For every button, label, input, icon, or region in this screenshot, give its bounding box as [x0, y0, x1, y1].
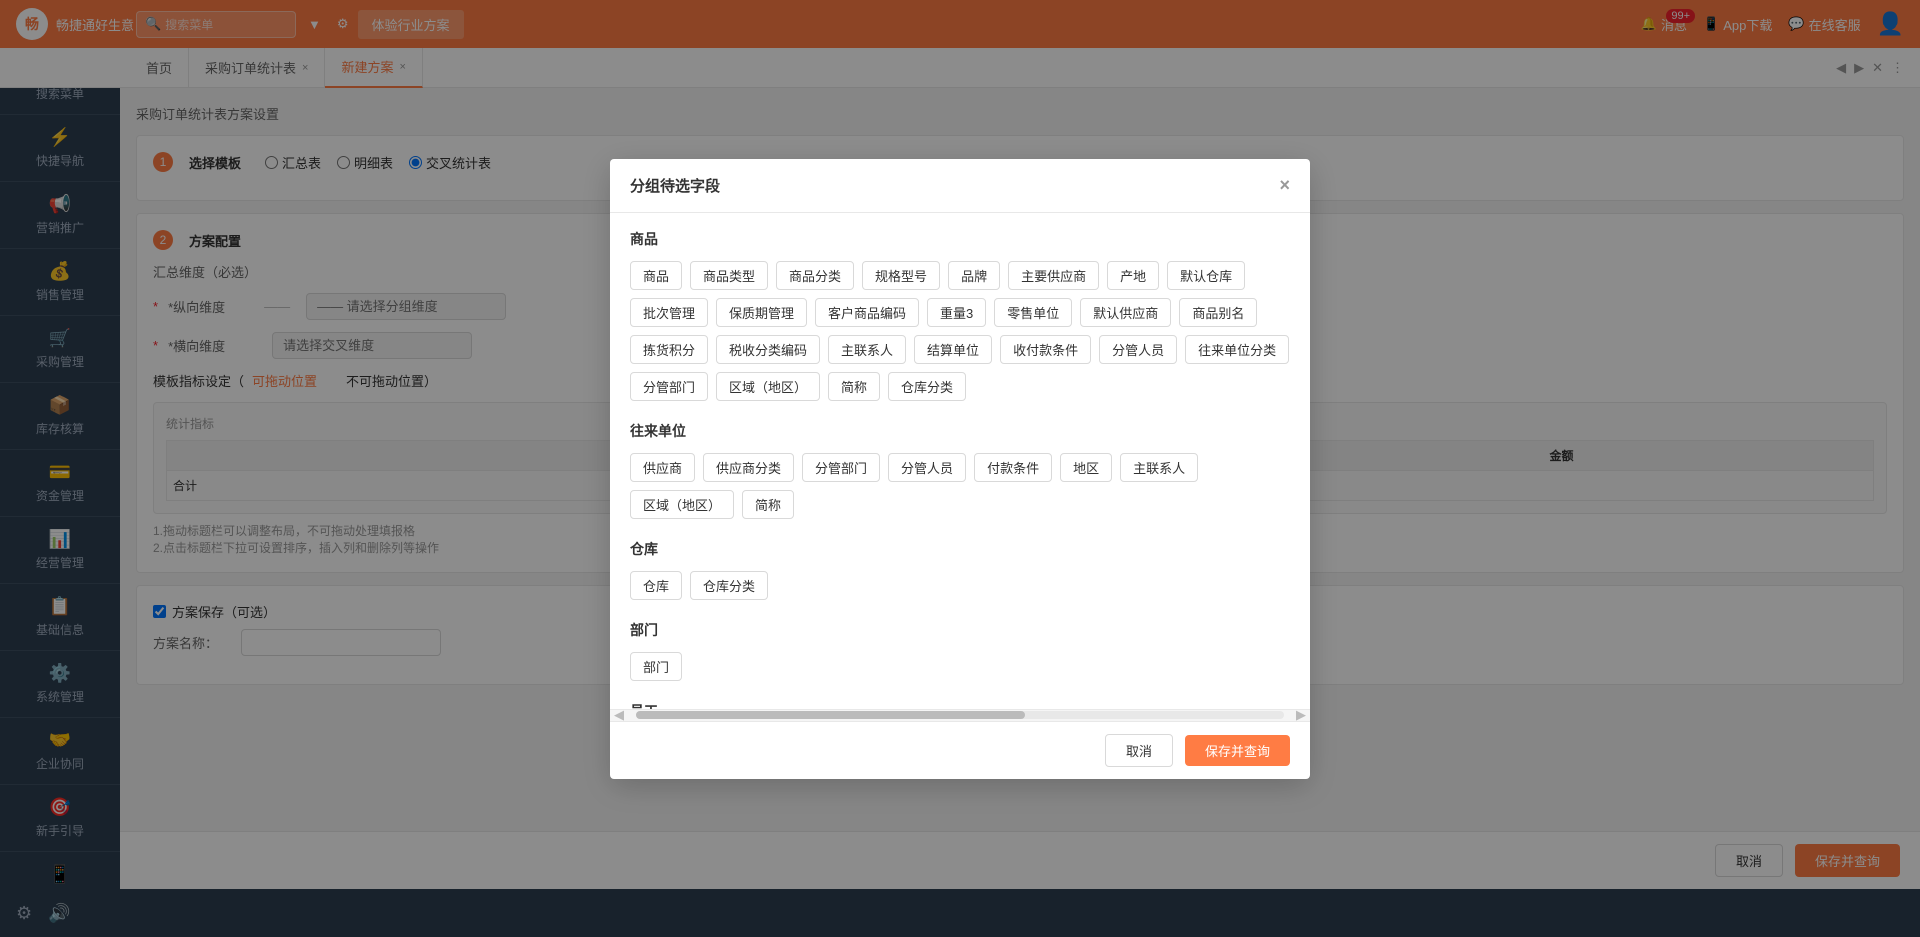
- field-tag-retail-unit[interactable]: 零售单位: [994, 298, 1072, 327]
- field-group-product: 商品 商品 商品类型 商品分类 规格型号 品牌 主要供应商 产地 默认仓库 批次…: [630, 229, 1290, 401]
- field-tag-pay-terms[interactable]: 付款条件: [974, 453, 1052, 482]
- field-tag-short-name[interactable]: 简称: [828, 372, 880, 401]
- field-group-staff-title: 员工: [630, 701, 1290, 709]
- dept-field-tags: 部门: [630, 652, 1290, 681]
- modal-header: 分组待选字段 ×: [610, 159, 1310, 213]
- modal-title: 分组待选字段: [630, 175, 720, 196]
- field-tag-default-supplier[interactable]: 默认供应商: [1080, 298, 1171, 327]
- field-group-product-title: 商品: [630, 229, 1290, 249]
- warehouse-field-tags: 仓库 仓库分类: [630, 571, 1290, 600]
- field-group-dept-title: 部门: [630, 620, 1290, 640]
- field-tag-supplier[interactable]: 供应商: [630, 453, 695, 482]
- field-tag-spec-type[interactable]: 规格型号: [862, 261, 940, 290]
- hscroll-thumb[interactable]: [636, 711, 1025, 719]
- field-group-warehouse: 仓库 仓库 仓库分类: [630, 539, 1290, 600]
- field-tag-warehouse-cat[interactable]: 仓库分类: [690, 571, 768, 600]
- field-tag-origin[interactable]: 产地: [1107, 261, 1159, 290]
- field-tag-short-name2[interactable]: 简称: [742, 490, 794, 519]
- field-tag-region2[interactable]: 地区: [1060, 453, 1112, 482]
- field-group-counterparty-title: 往来单位: [630, 421, 1290, 441]
- field-tag-mgmt-dept2[interactable]: 分管部门: [802, 453, 880, 482]
- modal-overlay: 分组待选字段 × 商品 商品 商品类型 商品分类 规格型号 品牌 主要供应商 产…: [0, 0, 1920, 937]
- field-tag-main-contact2[interactable]: 主联系人: [1120, 453, 1198, 482]
- hscroll-track[interactable]: [636, 711, 1284, 719]
- field-tag-brand[interactable]: 品牌: [948, 261, 1000, 290]
- field-tag-settlement-unit[interactable]: 结算单位: [914, 335, 992, 364]
- modal-cancel-button[interactable]: 取消: [1105, 734, 1173, 767]
- modal-footer: 取消 保存并查询: [610, 721, 1310, 779]
- field-tag-warehouse-category[interactable]: 仓库分类: [888, 372, 966, 401]
- field-group-staff: 员工 业务员: [630, 701, 1290, 709]
- field-tag-region-area[interactable]: 区域（地区）: [630, 490, 734, 519]
- field-tag-tax-code[interactable]: 税收分类编码: [716, 335, 820, 364]
- field-tag-pickup-points[interactable]: 拣货积分: [630, 335, 708, 364]
- counterparty-field-tags: 供应商 供应商分类 分管部门 分管人员 付款条件 地区 主联系人 区域（地区） …: [630, 453, 1290, 519]
- field-group-dept: 部门 部门: [630, 620, 1290, 681]
- modal-body[interactable]: 商品 商品 商品类型 商品分类 规格型号 品牌 主要供应商 产地 默认仓库 批次…: [610, 213, 1310, 709]
- modal: 分组待选字段 × 商品 商品 商品类型 商品分类 规格型号 品牌 主要供应商 产…: [610, 159, 1310, 779]
- product-field-tags: 商品 商品类型 商品分类 规格型号 品牌 主要供应商 产地 默认仓库 批次管理 …: [630, 261, 1290, 401]
- field-tag-weight3[interactable]: 重量3: [927, 298, 986, 327]
- field-tag-quality-management[interactable]: 保质期管理: [716, 298, 807, 327]
- field-tag-product-category[interactable]: 商品分类: [776, 261, 854, 290]
- field-group-warehouse-title: 仓库: [630, 539, 1290, 559]
- field-tag-mgmt-staff[interactable]: 分管人员: [888, 453, 966, 482]
- field-tag-department[interactable]: 部门: [630, 652, 682, 681]
- field-tag-customer-code[interactable]: 客户商品编码: [815, 298, 919, 327]
- field-tag-product-type[interactable]: 商品类型: [690, 261, 768, 290]
- modal-hscroll[interactable]: ◀ ▶: [610, 709, 1310, 721]
- field-tag-region[interactable]: 区域（地区）: [716, 372, 820, 401]
- field-tag-warehouse[interactable]: 仓库: [630, 571, 682, 600]
- field-tag-product[interactable]: 商品: [630, 261, 682, 290]
- field-tag-main-supplier[interactable]: 主要供应商: [1008, 261, 1099, 290]
- hscroll-right-btn[interactable]: ▶: [1292, 707, 1310, 723]
- field-tag-payment-terms[interactable]: 收付款条件: [1000, 335, 1091, 364]
- field-tag-default-warehouse[interactable]: 默认仓库: [1167, 261, 1245, 290]
- modal-close-button[interactable]: ×: [1279, 175, 1290, 196]
- field-tag-product-alias[interactable]: 商品别名: [1179, 298, 1257, 327]
- field-tag-mgmt-dept[interactable]: 分管部门: [630, 372, 708, 401]
- modal-confirm-button[interactable]: 保存并查询: [1185, 735, 1290, 766]
- field-tag-manager[interactable]: 分管人员: [1099, 335, 1177, 364]
- field-group-counterparty: 往来单位 供应商 供应商分类 分管部门 分管人员 付款条件 地区 主联系人 区域…: [630, 421, 1290, 519]
- field-tag-batch-management[interactable]: 批次管理: [630, 298, 708, 327]
- field-tag-from-unit-category[interactable]: 往来单位分类: [1185, 335, 1289, 364]
- field-tag-main-contact[interactable]: 主联系人: [828, 335, 906, 364]
- hscroll-left-btn[interactable]: ◀: [610, 707, 628, 723]
- field-tag-supplier-category[interactable]: 供应商分类: [703, 453, 794, 482]
